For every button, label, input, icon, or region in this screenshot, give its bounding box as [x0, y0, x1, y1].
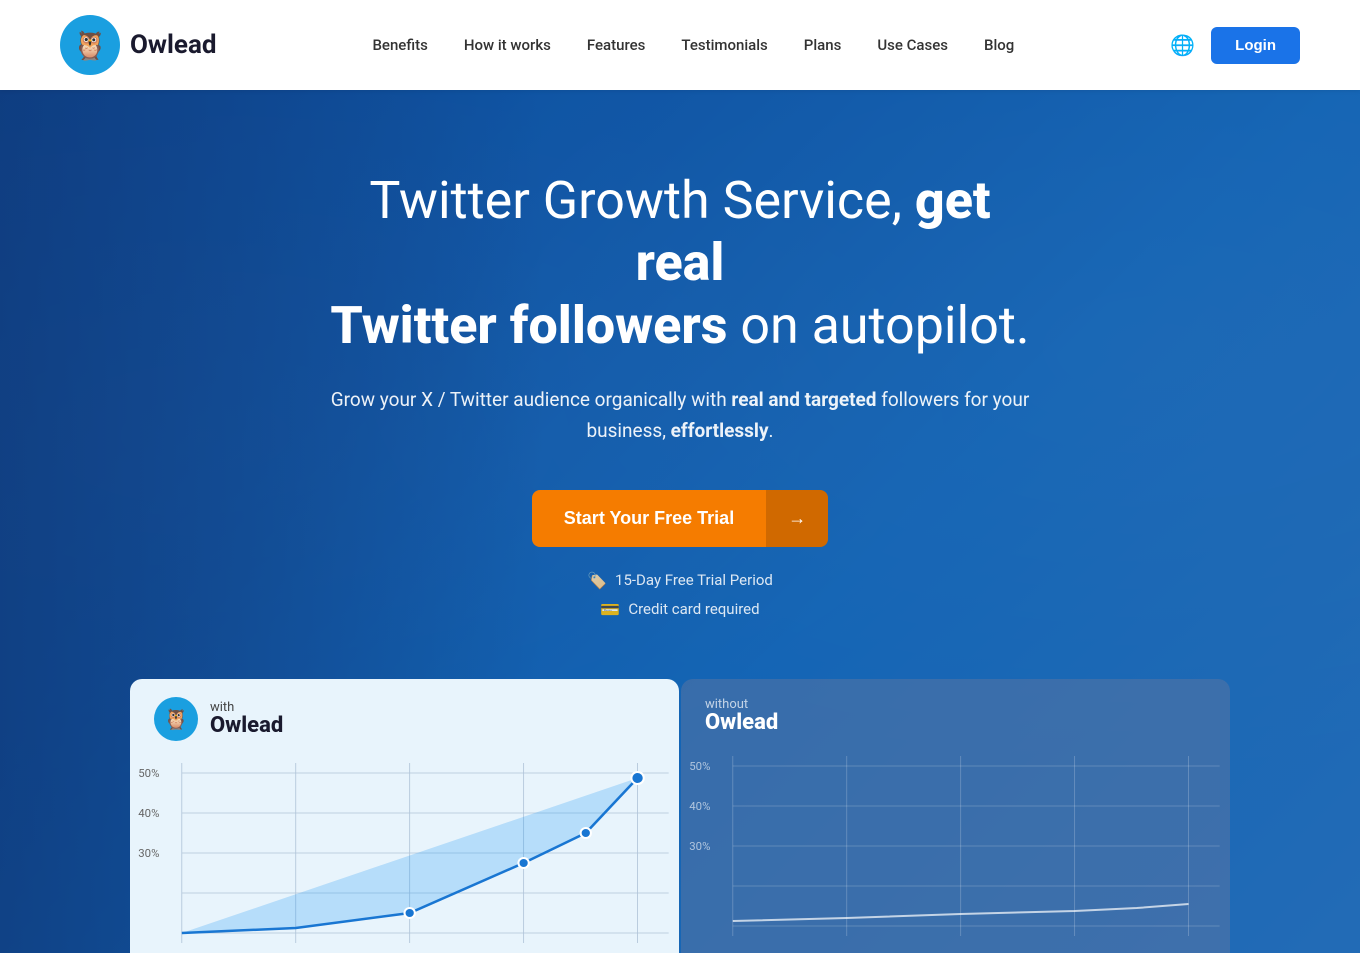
tag-icon: 🏷️ — [587, 571, 607, 590]
chart-with-body: 50% 40% 30% — [130, 753, 679, 953]
nav-testimonials[interactable]: Testimonials — [681, 36, 767, 54]
nav-links: Benefits How it works Features Testimoni… — [372, 36, 1014, 54]
chart-without-svg: 50% 40% 30% — [681, 746, 1230, 946]
trial-badge: 🏷️ 15-Day Free Trial Period — [587, 571, 773, 590]
login-button[interactable]: Login — [1211, 27, 1300, 64]
chart-without-body: 50% 40% 30% — [681, 746, 1230, 946]
hero-badges: 🏷️ 15-Day Free Trial Period 💳 Credit car… — [320, 571, 1040, 619]
brand-name: Owlead — [130, 30, 217, 60]
chart-with-header: 🦉 with Owlead — [130, 679, 679, 753]
chart-without-owlead: without Owlead — [681, 679, 1230, 953]
chart-without-text: without Owlead — [705, 697, 778, 734]
nav-features[interactable]: Features — [587, 36, 645, 54]
chart-with-y1: 30% — [138, 847, 159, 860]
nav-plans[interactable]: Plans — [804, 36, 842, 54]
nav-right: 🌐 Login — [1170, 27, 1300, 64]
chart-with-owlead: 🦉 with Owlead — [130, 679, 679, 953]
hero-section: Twitter Growth Service, get real Twitter… — [0, 90, 1360, 953]
nav-blog[interactable]: Blog — [984, 36, 1014, 54]
credit-card-badge: 💳 Credit card required — [600, 600, 759, 619]
nav-how-it-works[interactable]: How it works — [464, 36, 551, 54]
globe-icon[interactable]: 🌐 — [1170, 33, 1195, 57]
hero-content: Twitter Growth Service, get real Twitter… — [320, 170, 1040, 619]
credit-card-icon: 💳 — [600, 600, 620, 619]
chart-with-text: with Owlead — [210, 700, 283, 737]
chart-with-y2: 40% — [138, 807, 159, 820]
logo[interactable]: 🦉 Owlead — [60, 15, 217, 75]
chart-with-y3: 50% — [138, 767, 159, 780]
hero-subtitle: Grow your X / Twitter audience organical… — [320, 385, 1040, 446]
chart-without-y2: 40% — [689, 800, 710, 813]
chart-without-y3: 50% — [689, 760, 710, 773]
cta-button[interactable]: Start Your Free Trial → — [532, 490, 828, 547]
logo-icon: 🦉 — [60, 15, 120, 75]
chart-with-svg: 50% 40% 30% — [130, 753, 679, 953]
nav-use-cases[interactable]: Use Cases — [877, 36, 948, 54]
chart-logo-with: 🦉 — [154, 697, 198, 741]
charts-section: 🦉 with Owlead — [130, 679, 1230, 953]
chart-without-y1: 30% — [689, 840, 710, 853]
chart-without-header: without Owlead — [681, 679, 1230, 746]
nav-benefits[interactable]: Benefits — [372, 36, 427, 54]
cta-arrow: → — [766, 490, 828, 547]
hero-title: Twitter Growth Service, get real Twitter… — [320, 170, 1040, 357]
navbar: 🦉 Owlead Benefits How it works Features … — [0, 0, 1360, 90]
cta-button-label: Start Your Free Trial — [532, 490, 766, 547]
